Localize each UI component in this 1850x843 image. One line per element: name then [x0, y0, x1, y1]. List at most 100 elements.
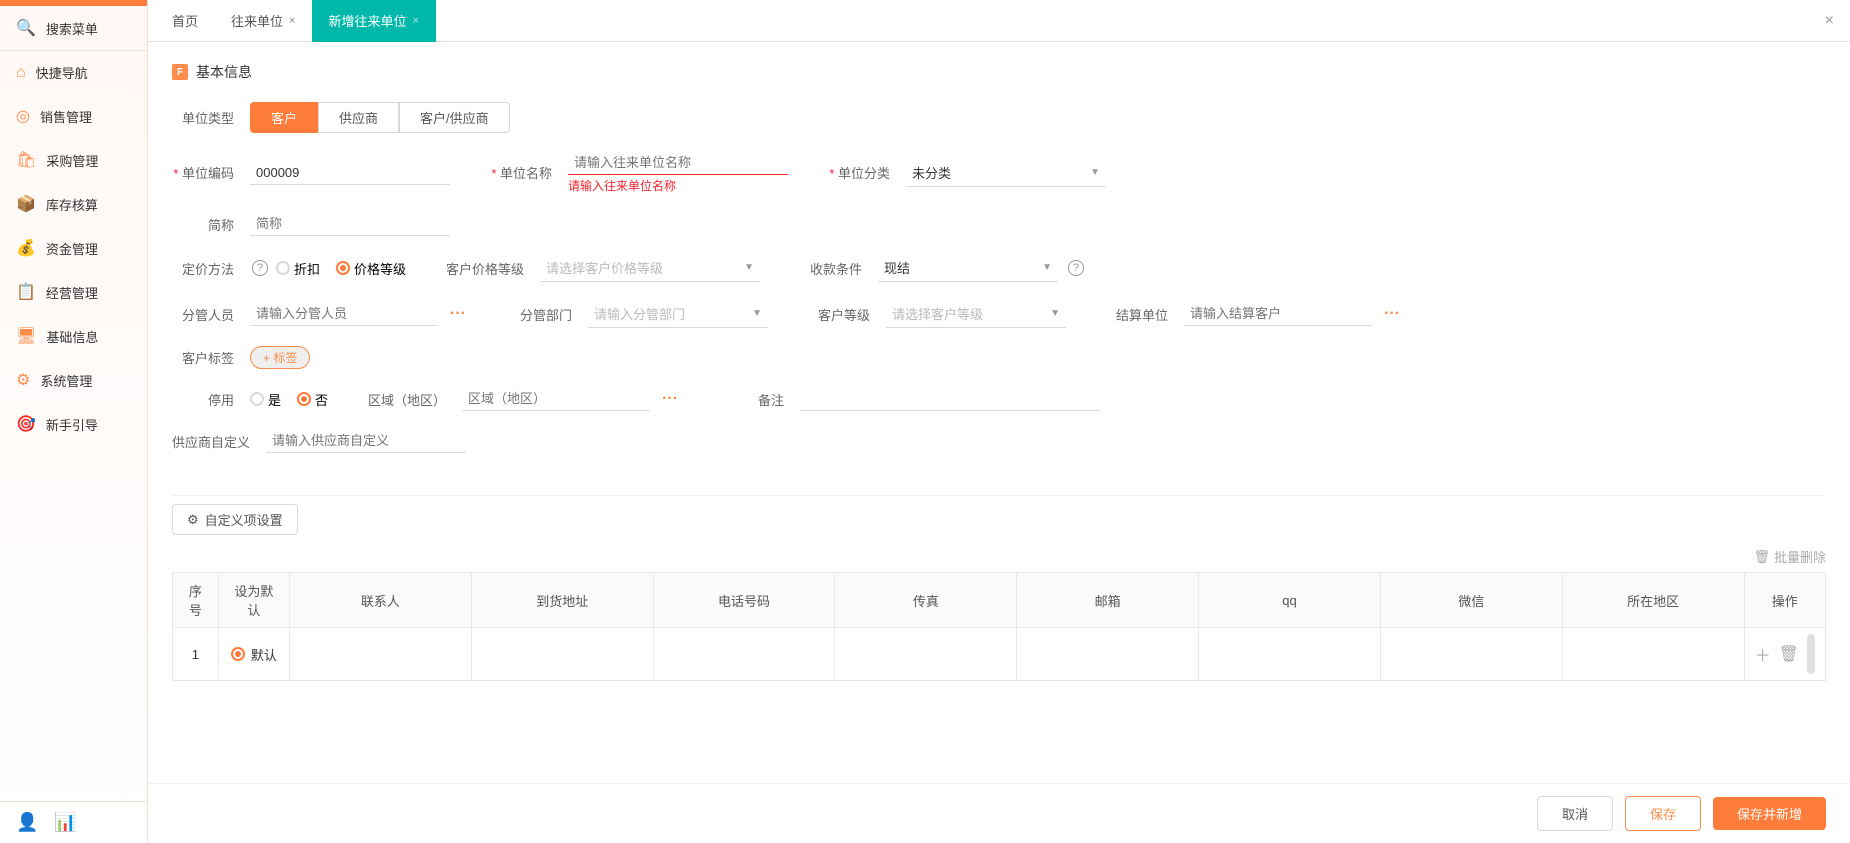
unit-code-field: 单位编码	[172, 161, 450, 185]
payment-terms-help[interactable]: ?	[1068, 260, 1084, 276]
region-label: 区域（地区）	[368, 390, 454, 409]
unit-type-both[interactable]: 客户/供应商	[399, 102, 510, 133]
customer-level-arrow: ▼	[1050, 308, 1060, 319]
delete-row-button[interactable]: 🗑	[1779, 644, 1799, 664]
short-name-input[interactable]	[250, 212, 450, 236]
sidebar-item-finance[interactable]: 💰 资金管理	[0, 226, 147, 270]
unit-name-block: 请输入往来单位名称	[568, 151, 788, 194]
cell-default[interactable]: 默认	[218, 628, 289, 681]
add-tag-button[interactable]: + 标签	[250, 346, 310, 369]
cell-email[interactable]	[1017, 628, 1199, 681]
cell-phone[interactable]	[653, 628, 835, 681]
tab-partner-close[interactable]: ×	[289, 15, 295, 27]
unit-type-supplier[interactable]: 供应商	[318, 102, 399, 133]
user-icon[interactable]: 👤	[16, 812, 38, 833]
remarks-input[interactable]	[800, 387, 1100, 411]
cell-address[interactable]	[471, 628, 653, 681]
gear-icon: ⚙	[187, 512, 199, 528]
sidebar-sales-label: 销售管理	[40, 107, 92, 126]
tab-add-partner[interactable]: 新增往来单位 ×	[312, 0, 435, 42]
col-default: 设为默认	[218, 573, 289, 628]
supplier-custom-input[interactable]	[266, 429, 466, 453]
settlement-unit-more[interactable]: ···	[1380, 305, 1404, 323]
content-area: F 基本信息 单位类型 客户 供应商 客户/供应商 单	[148, 42, 1850, 783]
pricing-discount-label: 折扣	[294, 259, 320, 278]
sidebar: 🔍 搜索菜单 ⌂ 快捷导航 ◎ 销售管理 🛍 采购管理 📦 库存核算 💰 资金管…	[0, 0, 148, 843]
disabled-yes[interactable]: 是	[250, 390, 281, 409]
pricing-method-help[interactable]: ?	[252, 260, 268, 276]
unit-type-field: 单位类型 客户 供应商 客户/供应商	[172, 102, 510, 133]
tab-partner-units[interactable]: 往来单位 ×	[215, 0, 312, 42]
email-input[interactable]	[1027, 647, 1188, 662]
sidebar-search-label: 搜索菜单	[46, 19, 98, 38]
save-button[interactable]: 保存	[1625, 796, 1701, 831]
unit-type-group: 客户 供应商 客户/供应商	[250, 102, 510, 133]
region-more[interactable]: ···	[658, 390, 682, 408]
customer-price-placeholder: 请选择客户价格等级	[546, 258, 740, 277]
customer-price-level-field: 客户价格等级 请选择客户价格等级 ▼	[446, 254, 760, 282]
sidebar-item-inventory[interactable]: 📦 库存核算	[0, 182, 147, 226]
unit-type-label: 单位类型	[172, 108, 242, 127]
cancel-button[interactable]: 取消	[1537, 796, 1613, 831]
fax-input[interactable]	[845, 647, 1006, 662]
payment-terms-select[interactable]: 现结 ▼	[878, 254, 1058, 282]
chart-icon[interactable]: 📊	[54, 812, 76, 833]
customer-price-select[interactable]: 请选择客户价格等级 ▼	[540, 254, 760, 282]
manager-row: 分管人员 ··· 分管部门 请输入分管部门 ▼ 客户等级 请选择客户等级	[172, 300, 1826, 328]
sidebar-item-search[interactable]: 🔍 搜索菜单	[0, 6, 147, 51]
tab-add-partner-close[interactable]: ×	[412, 15, 418, 27]
sidebar-item-quick-nav[interactable]: ⌂ 快捷导航	[0, 51, 147, 94]
payment-terms-arrow: ▼	[1042, 262, 1052, 273]
manager-input[interactable]	[250, 302, 438, 326]
tab-bar-global-close[interactable]: ×	[1817, 12, 1842, 30]
disabled-no[interactable]: 否	[297, 390, 328, 409]
unit-category-select[interactable]: 未分类 ▼	[906, 159, 1106, 187]
pricing-radio-discount[interactable]: 折扣	[276, 259, 320, 278]
dept-select[interactable]: 请输入分管部门 ▼	[588, 300, 768, 328]
unit-code-input[interactable]	[250, 161, 450, 185]
custom-settings-button[interactable]: ⚙ 自定义项设置	[172, 504, 298, 535]
unit-type-customer[interactable]: 客户	[250, 102, 318, 133]
customer-level-placeholder: 请选择客户等级	[892, 304, 1046, 323]
qq-input[interactable]	[1209, 647, 1370, 662]
sys-mgmt-icon: ⚙	[16, 370, 30, 390]
sales-icon: ◎	[16, 106, 30, 126]
sidebar-item-purchase[interactable]: 🛍 采购管理	[0, 138, 147, 182]
sidebar-item-new-guide[interactable]: 🎯 新手引导	[0, 402, 147, 446]
phone-input[interactable]	[664, 647, 825, 662]
cell-contact[interactable]	[290, 628, 472, 681]
sidebar-item-base-info[interactable]: 🖥 基础信息	[0, 314, 147, 358]
sidebar-item-sales[interactable]: ◎ 销售管理	[0, 94, 147, 138]
customer-level-select[interactable]: 请选择客户等级 ▼	[886, 300, 1066, 328]
cell-region[interactable]	[1562, 628, 1744, 681]
wechat-input[interactable]	[1391, 647, 1552, 662]
cell-fax[interactable]	[835, 628, 1017, 681]
tab-home[interactable]: 首页	[156, 0, 215, 42]
sidebar-purchase-label: 采购管理	[46, 151, 98, 170]
bulk-delete-label: 批量删除	[1774, 547, 1826, 566]
pricing-radio-level[interactable]: 价格等级	[336, 259, 406, 278]
sidebar-item-operations[interactable]: 📋 经营管理	[0, 270, 147, 314]
contact-input[interactable]	[300, 647, 461, 662]
manager-label: 分管人员	[172, 305, 242, 324]
manager-field: 分管人员 ···	[172, 302, 470, 326]
add-row-button[interactable]: ＋	[1755, 642, 1771, 666]
cell-qq[interactable]	[1199, 628, 1381, 681]
sidebar-inventory-label: 库存核算	[46, 195, 98, 214]
sidebar-item-sys-mgmt[interactable]: ⚙ 系统管理	[0, 358, 147, 402]
settlement-unit-input[interactable]	[1184, 302, 1372, 326]
default-radio[interactable]	[231, 647, 245, 661]
unit-category-value: 未分类	[912, 163, 1086, 182]
sidebar-quick-nav-label: 快捷导航	[36, 63, 88, 82]
region-table-input[interactable]	[1573, 647, 1734, 662]
sidebar-new-guide-label: 新手引导	[46, 415, 98, 434]
bulk-delete-button[interactable]: 🗑 批量删除	[1753, 547, 1826, 566]
unit-name-input[interactable]	[568, 151, 788, 175]
region-input[interactable]	[462, 387, 650, 411]
tag-row: 客户标签 + 标签	[172, 346, 1826, 369]
save-new-button[interactable]: 保存并新增	[1713, 797, 1826, 830]
address-input[interactable]	[482, 647, 643, 662]
cell-wechat[interactable]	[1380, 628, 1562, 681]
manager-more[interactable]: ···	[446, 305, 470, 323]
settlement-unit-label: 结算单位	[1106, 305, 1176, 324]
